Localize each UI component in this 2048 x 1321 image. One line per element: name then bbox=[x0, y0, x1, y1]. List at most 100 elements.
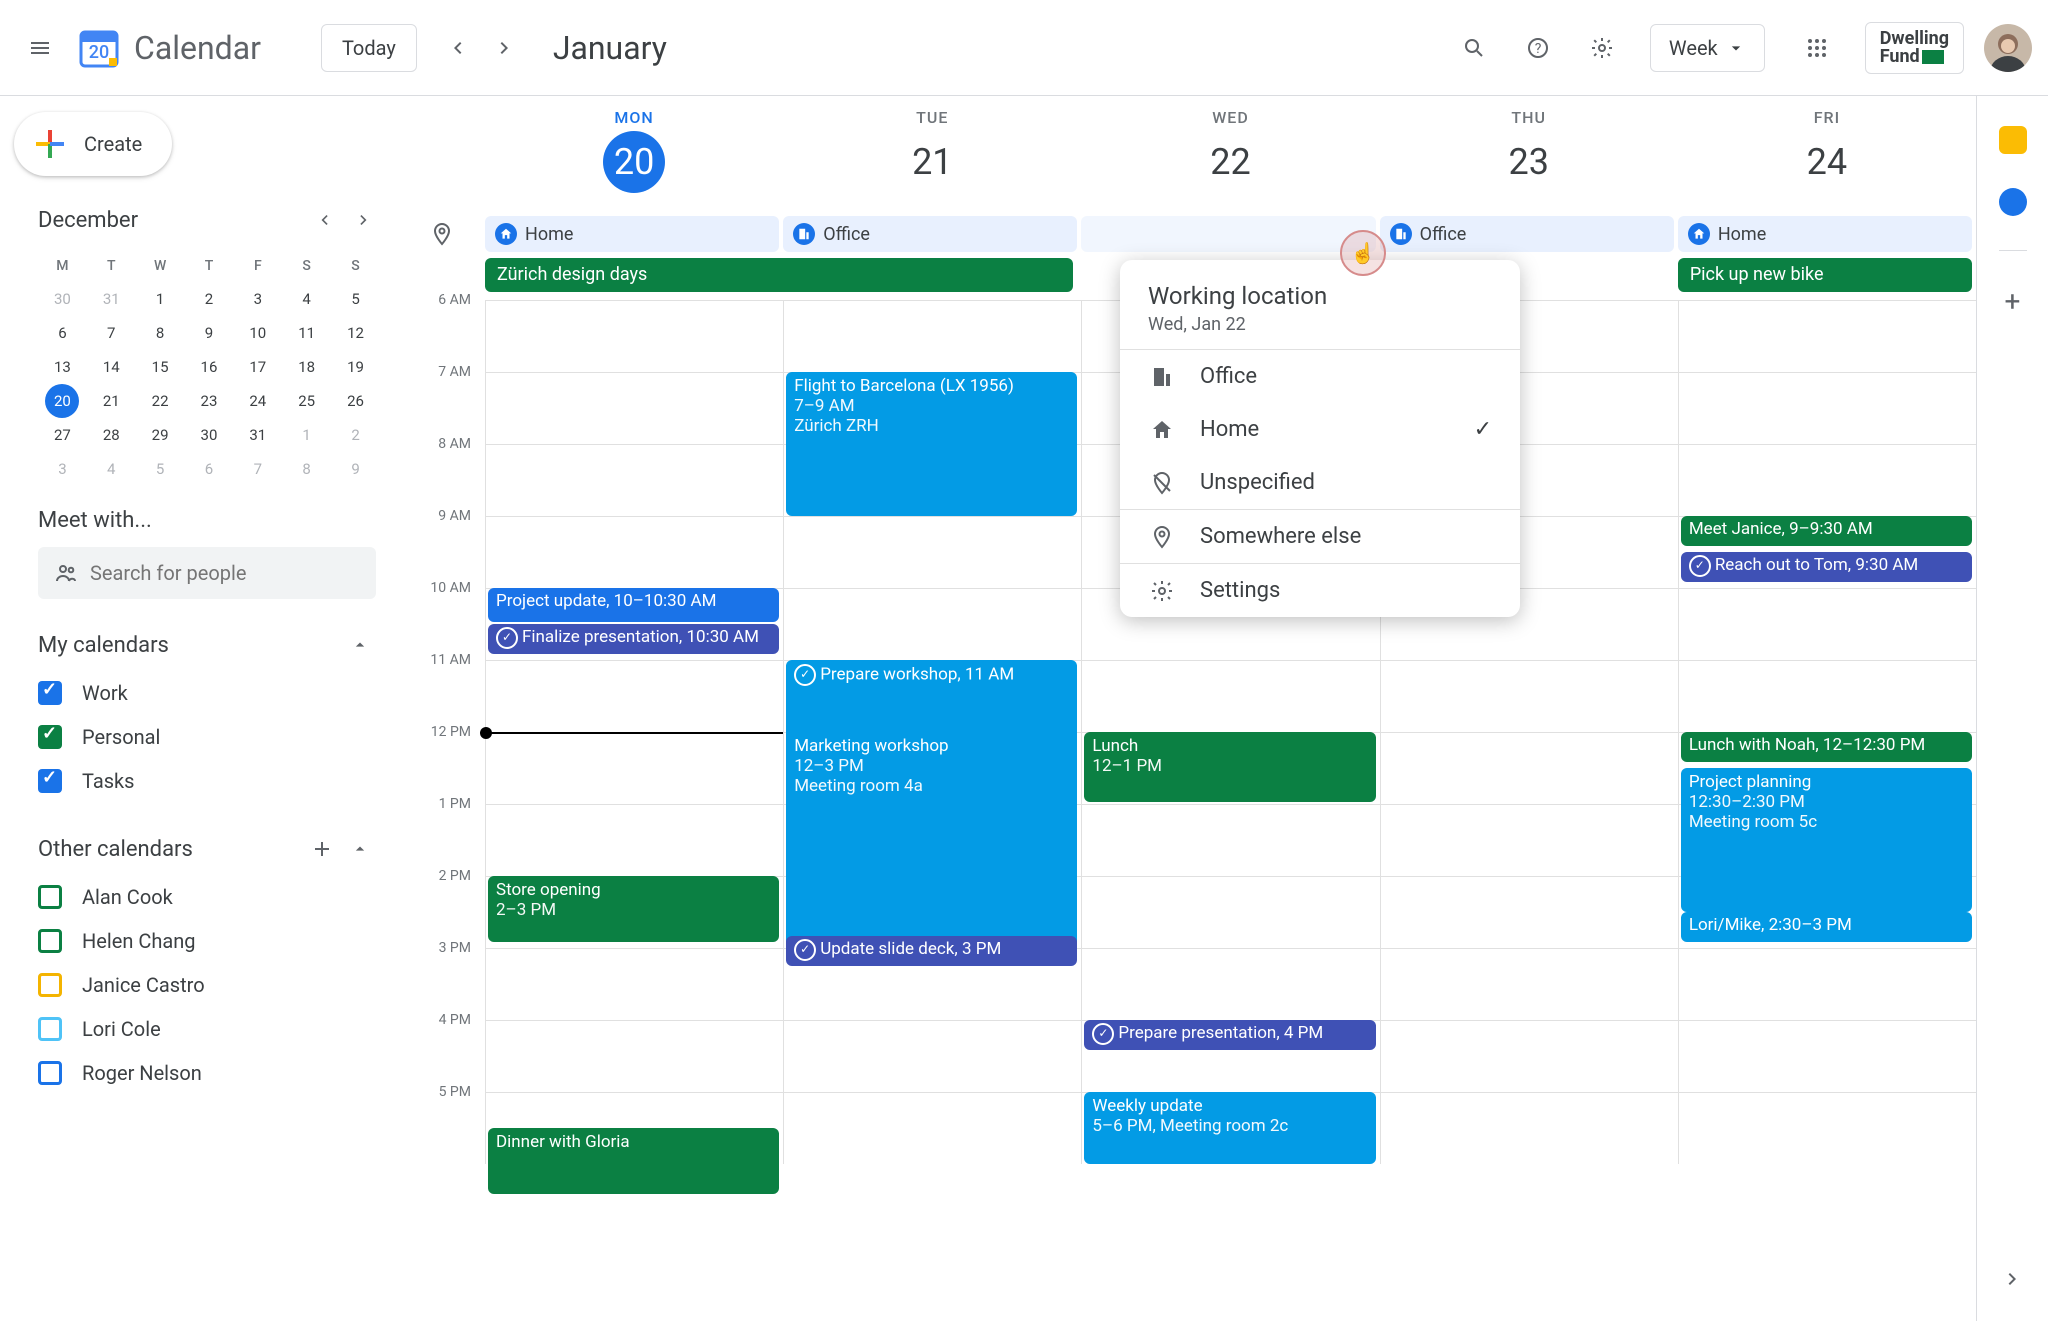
view-selector[interactable]: Week bbox=[1650, 24, 1765, 72]
calendar-toggle[interactable]: Roger Nelson bbox=[38, 1051, 376, 1095]
search-people-input[interactable] bbox=[90, 561, 360, 585]
day-header[interactable]: WED22 bbox=[1081, 96, 1379, 216]
day-number[interactable]: 23 bbox=[1498, 131, 1560, 193]
hide-side-panel[interactable] bbox=[2001, 1267, 2025, 1295]
mini-day[interactable]: 23 bbox=[185, 384, 234, 418]
mini-day[interactable]: 13 bbox=[38, 350, 87, 384]
day-column[interactable]: Flight to Barcelona (LX 1956)7–9 AMZüric… bbox=[783, 300, 1081, 1164]
mini-day[interactable]: 31 bbox=[233, 418, 282, 452]
working-location-chip[interactable]: Office bbox=[1380, 216, 1674, 252]
keep-addon[interactable] bbox=[1999, 126, 2027, 154]
tasks-addon[interactable] bbox=[1999, 188, 2027, 216]
calendar-checkbox[interactable] bbox=[38, 769, 62, 793]
calendar-checkbox[interactable] bbox=[38, 973, 62, 997]
calendar-toggle[interactable]: Janice Castro bbox=[38, 963, 376, 1007]
support-button[interactable]: ? bbox=[1514, 24, 1562, 72]
mini-day[interactable]: 7 bbox=[233, 452, 282, 486]
current-month-label[interactable]: January bbox=[553, 29, 667, 67]
mini-day[interactable]: 27 bbox=[38, 418, 87, 452]
org-brand-chip[interactable]: DwellingFund bbox=[1865, 22, 1964, 74]
allday-cell[interactable] bbox=[783, 258, 1077, 294]
calendar-toggle[interactable]: Work bbox=[38, 671, 376, 715]
calendar-event[interactable]: Update slide deck, 3 PM bbox=[786, 936, 1077, 966]
mini-day[interactable]: 18 bbox=[282, 350, 331, 384]
main-menu-button[interactable] bbox=[16, 24, 64, 72]
mini-day[interactable]: 21 bbox=[87, 384, 136, 418]
calendar-event[interactable]: Flight to Barcelona (LX 1956)7–9 AMZüric… bbox=[786, 372, 1077, 516]
working-location-chip[interactable]: Home bbox=[485, 216, 779, 252]
calendar-checkbox[interactable] bbox=[38, 681, 62, 705]
mini-day[interactable]: 15 bbox=[136, 350, 185, 384]
calendar-checkbox[interactable] bbox=[38, 929, 62, 953]
mini-day[interactable]: 2 bbox=[185, 282, 234, 316]
mini-day[interactable]: 10 bbox=[233, 316, 282, 350]
create-button[interactable]: Create bbox=[14, 112, 172, 176]
calendar-toggle[interactable]: Helen Chang bbox=[38, 919, 376, 963]
mini-month-label[interactable]: December bbox=[38, 208, 300, 233]
calendar-event[interactable]: Weekly update5–6 PM, Meeting room 2c bbox=[1084, 1092, 1375, 1164]
location-option-office[interactable]: Office bbox=[1120, 350, 1520, 403]
mini-day[interactable]: 19 bbox=[331, 350, 380, 384]
calendar-event[interactable]: Store opening2–3 PM bbox=[488, 876, 779, 942]
mini-day[interactable]: 9 bbox=[185, 316, 234, 350]
mini-day[interactable]: 4 bbox=[282, 282, 331, 316]
mini-day[interactable]: 30 bbox=[185, 418, 234, 452]
calendar-checkbox[interactable] bbox=[38, 885, 62, 909]
calendar-checkbox[interactable] bbox=[38, 1017, 62, 1041]
search-people-field[interactable] bbox=[38, 547, 376, 599]
prev-week-button[interactable] bbox=[433, 24, 481, 72]
mini-day[interactable]: 5 bbox=[136, 452, 185, 486]
mini-next-button[interactable] bbox=[348, 204, 380, 236]
day-header[interactable]: FRI24 bbox=[1678, 96, 1976, 216]
mini-day[interactable]: 22 bbox=[136, 384, 185, 418]
calendar-toggle[interactable]: Personal bbox=[38, 715, 376, 759]
mini-day[interactable]: 20 bbox=[38, 384, 87, 418]
mini-day[interactable]: 28 bbox=[87, 418, 136, 452]
mini-day[interactable]: 25 bbox=[282, 384, 331, 418]
mini-day[interactable]: 26 bbox=[331, 384, 380, 418]
mini-day[interactable]: 17 bbox=[233, 350, 282, 384]
add-other-calendar[interactable] bbox=[306, 833, 338, 865]
mini-day[interactable]: 24 bbox=[233, 384, 282, 418]
mini-day[interactable]: 6 bbox=[185, 452, 234, 486]
day-header[interactable]: THU23 bbox=[1380, 96, 1678, 216]
calendar-toggle[interactable]: Lori Cole bbox=[38, 1007, 376, 1051]
mini-day[interactable]: 8 bbox=[282, 452, 331, 486]
location-option-home[interactable]: Home✓ bbox=[1120, 403, 1520, 456]
next-week-button[interactable] bbox=[481, 24, 529, 72]
mini-day[interactable]: 7 bbox=[87, 316, 136, 350]
mini-day[interactable]: 14 bbox=[87, 350, 136, 384]
calendar-event[interactable]: Marketing workshop12–3 PMMeeting room 4a bbox=[786, 732, 1077, 948]
popover-somewhere-else[interactable]: Somewhere else bbox=[1120, 510, 1520, 563]
allday-event[interactable]: Pick up new bike bbox=[1678, 258, 1972, 292]
mini-day[interactable]: 2 bbox=[331, 418, 380, 452]
popover-settings[interactable]: Settings bbox=[1120, 564, 1520, 617]
mini-day[interactable]: 4 bbox=[87, 452, 136, 486]
calendar-toggle[interactable]: Tasks bbox=[38, 759, 376, 803]
calendar-event[interactable]: Lunch12–1 PM bbox=[1084, 732, 1375, 802]
working-location-chip[interactable]: Home bbox=[1678, 216, 1972, 252]
day-number[interactable]: 22 bbox=[1200, 131, 1262, 193]
mini-day[interactable]: 1 bbox=[136, 282, 185, 316]
day-number[interactable]: 20 bbox=[603, 131, 665, 193]
mini-day[interactable]: 11 bbox=[282, 316, 331, 350]
today-button[interactable]: Today bbox=[321, 24, 417, 72]
calendar-event[interactable]: Finalize presentation, 10:30 AM bbox=[488, 624, 779, 654]
calendar-toggle[interactable]: Alan Cook bbox=[38, 875, 376, 919]
search-button[interactable] bbox=[1450, 24, 1498, 72]
google-apps-button[interactable] bbox=[1793, 24, 1841, 72]
calendar-event[interactable]: Meet Janice, 9–9:30 AM bbox=[1681, 516, 1972, 546]
mini-day[interactable]: 8 bbox=[136, 316, 185, 350]
calendar-event[interactable]: Project planning12:30–2:30 PMMeeting roo… bbox=[1681, 768, 1972, 912]
day-column[interactable]: Meet Janice, 9–9:30 AM Reach out to Tom, … bbox=[1678, 300, 1976, 1164]
mini-day[interactable]: 1 bbox=[282, 418, 331, 452]
mini-day[interactable]: 12 bbox=[331, 316, 380, 350]
calendar-event[interactable]: Prepare presentation, 4 PM bbox=[1084, 1020, 1375, 1050]
mini-day[interactable]: 29 bbox=[136, 418, 185, 452]
allday-cell[interactable]: Pick up new bike bbox=[1678, 258, 1972, 294]
calendar-event[interactable]: Reach out to Tom, 9:30 AM bbox=[1681, 552, 1972, 582]
day-header[interactable]: MON20 bbox=[485, 96, 783, 216]
calendar-event[interactable]: Lori/Mike, 2:30–3 PM bbox=[1681, 912, 1972, 942]
calendar-event[interactable]: Lunch with Noah, 12–12:30 PM bbox=[1681, 732, 1972, 762]
day-number[interactable]: 21 bbox=[901, 131, 963, 193]
